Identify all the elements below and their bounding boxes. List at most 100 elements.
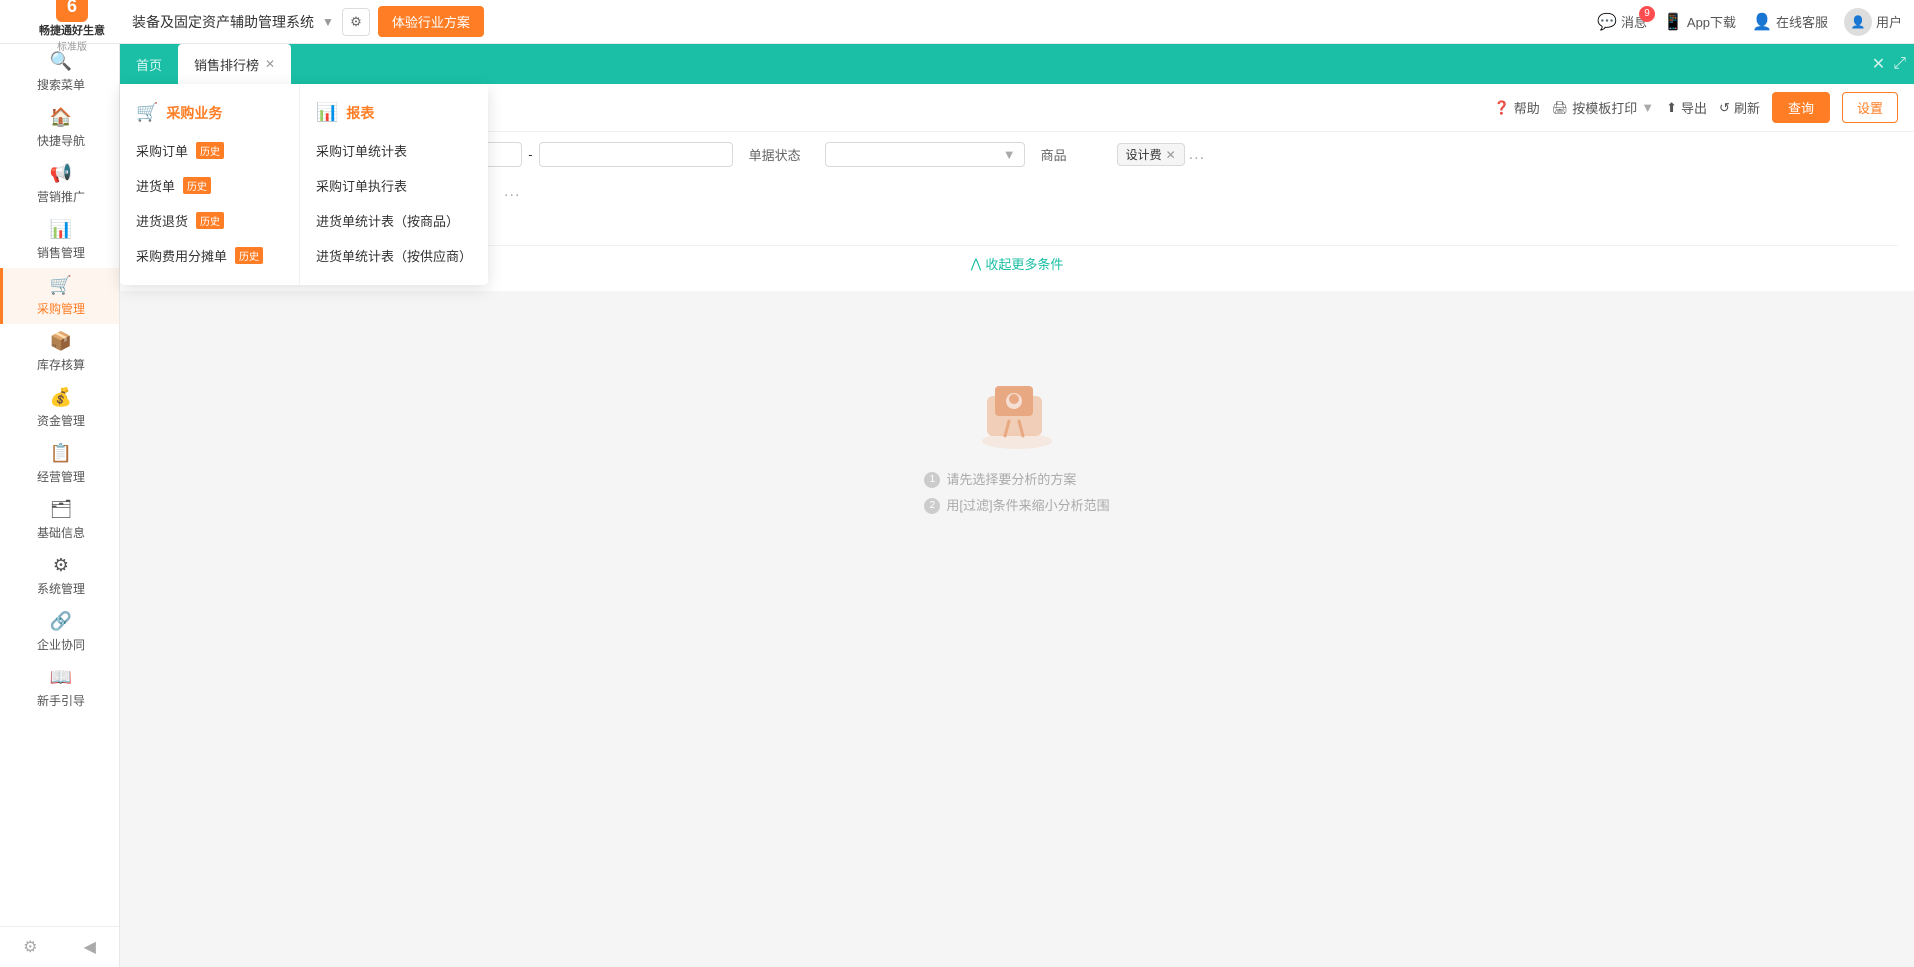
sidebar-item-operations[interactable]: 📋 经营管理	[0, 436, 119, 492]
dropdown-item-po-exec[interactable]: 采购订单执行表	[300, 168, 488, 203]
sidebar-bottom: ⚙ ◀	[0, 926, 119, 967]
system-name-text: 装备及固定资产辅助管理系统	[132, 12, 314, 32]
dropdown-menu: 🛒 采购业务 采购订单 历史 进货单 历史 进货退货 历史 采购费用分摊单 历史…	[120, 84, 488, 285]
system-dropdown-icon[interactable]: ▼	[322, 15, 334, 29]
sidebar: 🔍 搜索菜单 🏠 快捷导航 📢 营销推广 📊 销售管理 🛒 采购管理 📦 库存核…	[0, 44, 120, 967]
help-btn[interactable]: ❓ 帮助	[1494, 98, 1540, 117]
brand-edition: 标准版	[57, 38, 87, 53]
tab-home-label: 首页	[136, 55, 162, 74]
brand-name: 畅捷通好生意	[39, 22, 105, 38]
system-name-area: 装备及固定资产辅助管理系统 ▼ ⚙ 体验行业方案	[132, 6, 1597, 37]
notification-count: 9	[1639, 6, 1655, 22]
notification-btn[interactable]: 💬 消息 9	[1597, 12, 1647, 32]
dropdown-item-goods-return[interactable]: 进货退货 历史	[120, 203, 299, 238]
settings-bottom-icon[interactable]: ⚙	[23, 937, 37, 957]
settings-icon[interactable]: ⚙	[342, 8, 370, 36]
dropdown-item-receipt-by-supplier[interactable]: 进货单统计表（按供应商）	[300, 238, 488, 273]
sidebar-item-guide[interactable]: 📖 新手引导	[0, 660, 119, 716]
print-label: 按模板打印	[1572, 98, 1637, 117]
po-stats-label: 采购订单统计表	[316, 141, 407, 160]
collapse-label: 收起更多条件	[985, 254, 1063, 273]
collapse-icon: ⋀	[971, 256, 982, 272]
sidebar-item-finance[interactable]: 💰 资金管理	[0, 380, 119, 436]
tab-expand-icon[interactable]: ⤢	[1893, 55, 1906, 73]
sidebar-item-quick-nav[interactable]: 🏠 快捷导航	[0, 100, 119, 156]
app-download-btn[interactable]: 📱 App下载	[1663, 12, 1736, 32]
purchase-expense-history: 历史	[235, 247, 263, 264]
sidebar-label-purchase: 采购管理	[37, 300, 85, 317]
basic-info-icon: 🗂	[50, 499, 73, 520]
sidebar-label-quick-nav: 快捷导航	[37, 132, 85, 149]
dropdown-report-header: 📊 报表	[300, 96, 488, 133]
goods-tag-text: 设计费	[1126, 146, 1162, 163]
goods-filter: 设计费 ✕ ...	[1117, 143, 1205, 166]
guide-icon: 📖	[50, 667, 72, 688]
sales-icon: 📊	[50, 219, 72, 240]
salesperson-dots-btn[interactable]: ...	[504, 183, 520, 201]
goods-tag-close[interactable]: ✕	[1166, 148, 1176, 162]
doc-status-dropdown-icon: ▼	[1003, 147, 1016, 162]
tab-close-icon[interactable]: ✕	[265, 57, 275, 71]
collapse-sidebar-icon[interactable]: ◀	[84, 937, 96, 957]
print-dropdown-icon[interactable]: ▼	[1641, 100, 1654, 115]
tab-sales-ranking-label: 销售排行榜	[194, 55, 259, 74]
report-header-icon: 📊	[316, 102, 338, 123]
goods-return-label: 进货退货	[136, 211, 188, 230]
industry-btn[interactable]: 体验行业方案	[378, 6, 484, 37]
sidebar-item-basic-info[interactable]: 🗂 基础信息	[0, 492, 119, 548]
purchase-header-label: 采购业务	[166, 103, 222, 123]
export-btn[interactable]: ⬆ 导出	[1666, 98, 1707, 117]
purchase-icon: 🛒	[50, 275, 72, 296]
settings-btn[interactable]: 设置	[1842, 92, 1898, 123]
dropdown-item-goods-receipt[interactable]: 进货单 历史	[120, 168, 299, 203]
tab-close-all-icon[interactable]: ✕	[1872, 54, 1885, 74]
user-label: 用户	[1876, 12, 1902, 31]
tip-num-1: 1	[924, 472, 940, 488]
tab-sales-ranking[interactable]: 销售排行榜 ✕	[178, 44, 291, 84]
goods-tag: 设计费 ✕	[1117, 143, 1185, 166]
date-to-input[interactable]: 2024-12-31	[539, 142, 733, 167]
dropdown-item-receipt-by-goods[interactable]: 进货单统计表（按商品）	[300, 203, 488, 238]
empty-tips: 1 请先选择要分析的方案 2 用[过滤]条件来缩小分析范围	[924, 467, 1109, 519]
dropdown-item-purchase-order[interactable]: 采购订单 历史	[120, 133, 299, 168]
dropdown-purchase-header: 🛒 采购业务	[120, 96, 299, 133]
sidebar-item-purchase[interactable]: 🛒 采购管理	[0, 268, 119, 324]
enterprise-icon: 🔗	[50, 611, 72, 632]
app-download-label: App下载	[1687, 12, 1736, 31]
receipt-by-goods-label: 进货单统计表（按商品）	[316, 211, 459, 230]
tab-bar-right: ✕ ⤢	[1872, 54, 1914, 74]
online-service-label: 在线客服	[1776, 12, 1828, 31]
home-icon: 🏠	[50, 107, 72, 128]
goods-receipt-label: 进货单	[136, 176, 175, 195]
export-icon: ⬆	[1666, 100, 1677, 116]
refresh-label: 刷新	[1734, 98, 1760, 117]
logo-area: 6 畅捷通好生意 标准版	[12, 0, 132, 53]
sidebar-label-guide: 新手引导	[37, 692, 85, 709]
dropdown-item-purchase-expense[interactable]: 采购费用分摊单 历史	[120, 238, 299, 273]
purchase-order-history: 历史	[196, 142, 224, 159]
sidebar-item-system[interactable]: ⚙ 系统管理	[0, 548, 119, 604]
sidebar-item-enterprise[interactable]: 🔗 企业协同	[0, 604, 119, 660]
online-service-btn[interactable]: 👤 在线客服	[1752, 12, 1828, 32]
print-btn[interactable]: 🖨 按模板打印 ▼	[1552, 98, 1654, 117]
dropdown-item-po-stats[interactable]: 采购订单统计表	[300, 133, 488, 168]
finance-icon: 💰	[50, 387, 72, 408]
doc-status-select[interactable]: ▼	[825, 142, 1025, 167]
report-header-label: 报表	[346, 103, 374, 123]
sidebar-item-inventory[interactable]: 📦 库存核算	[0, 324, 119, 380]
doc-status-label: 单据状态	[749, 145, 809, 164]
tip-text-2: 用[过滤]条件来缩小分析范围	[946, 493, 1109, 519]
dropdown-purchase-col: 🛒 采购业务 采购订单 历史 进货单 历史 进货退货 历史 采购费用分摊单 历史	[120, 84, 300, 285]
sidebar-item-sales[interactable]: 📊 销售管理	[0, 212, 119, 268]
goods-receipt-history: 历史	[183, 177, 211, 194]
export-label: 导出	[1681, 98, 1707, 117]
sidebar-label-operations: 经营管理	[37, 468, 85, 485]
sidebar-label-system: 系统管理	[37, 580, 85, 597]
sidebar-item-marketing[interactable]: 📢 营销推广	[0, 156, 119, 212]
header-right: 💬 消息 9 📱 App下载 👤 在线客服 👤 用户	[1597, 8, 1902, 36]
sidebar-label-basic-info: 基础信息	[37, 524, 85, 541]
query-btn[interactable]: 查询	[1772, 92, 1830, 123]
refresh-btn[interactable]: ↺ 刷新	[1719, 98, 1760, 117]
goods-dots-btn[interactable]: ...	[1189, 146, 1205, 164]
user-area[interactable]: 👤 用户	[1844, 8, 1902, 36]
